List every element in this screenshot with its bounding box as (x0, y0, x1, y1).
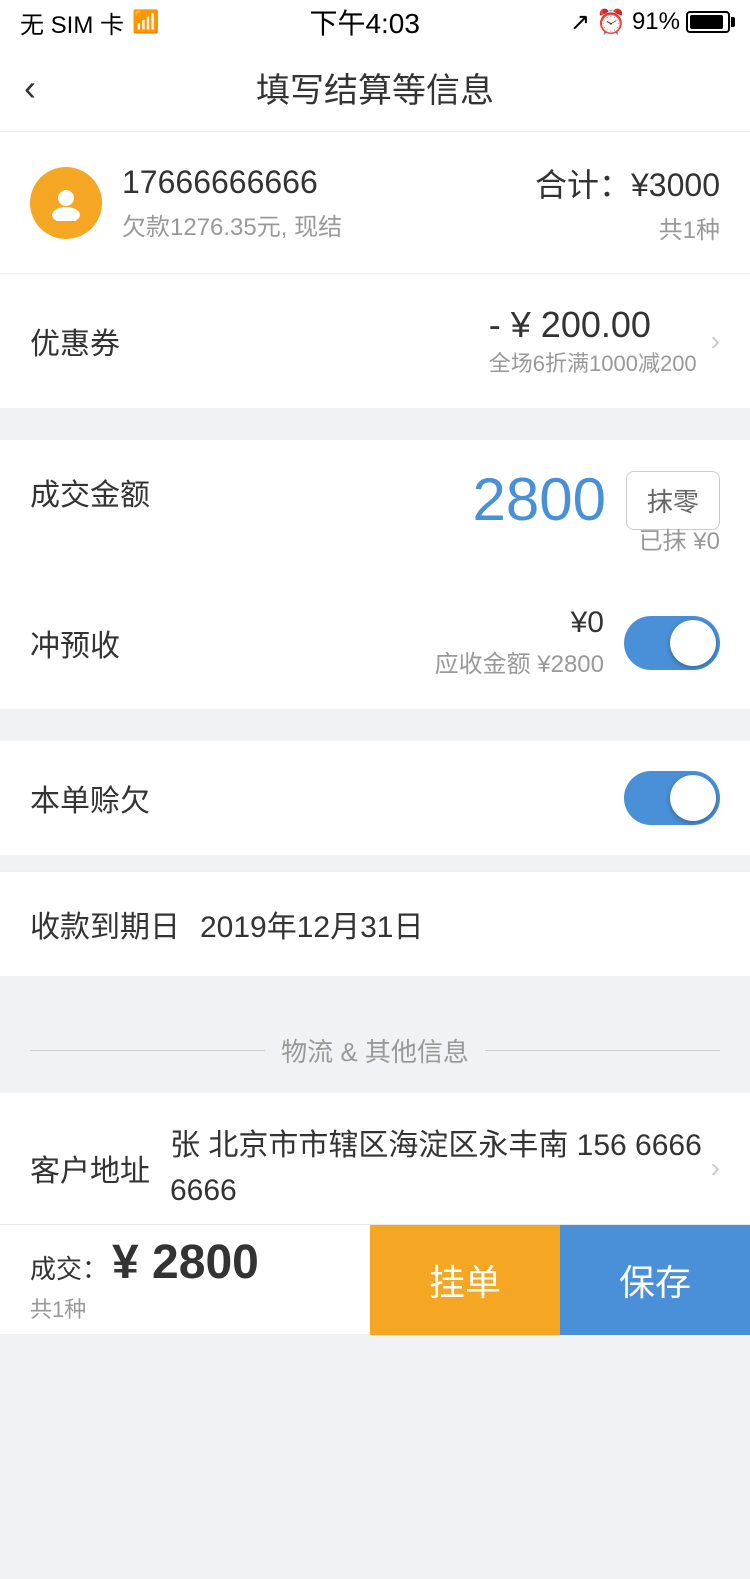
no-sim-label: 无 SIM 卡 (20, 5, 124, 40)
bottom-amount: ¥ 2800 (112, 1235, 259, 1290)
address-chevron-icon: › (711, 1152, 720, 1184)
due-date-value: 2019年12月31日 (200, 902, 423, 946)
page-header: ‹ 填写结算等信息 (0, 44, 750, 132)
section-divider-2 (0, 725, 750, 741)
user-right: 合计：¥3000 共1种 (535, 160, 720, 245)
user-debt: 欠款1276.35元, 现结 (122, 207, 342, 242)
address-row[interactable]: 客户地址 张 北京市市辖区海淀区永丰南 156 6666 6666 › (0, 1093, 750, 1243)
coupon-row[interactable]: 优惠券 - ¥ 200.00 全场6折满1000减200 › (0, 273, 750, 408)
prepaid-amount-value: ¥0 (435, 606, 604, 640)
debt-card: 本单赊欠 (0, 741, 750, 855)
section-divider-1 (0, 424, 750, 440)
logistics-line-left (30, 1050, 265, 1051)
save-button[interactable]: 保存 (560, 1225, 750, 1335)
address-card: 客户地址 张 北京市市辖区海淀区永丰南 156 6666 6666 › (0, 1093, 750, 1243)
logistics-text: 物流 & 其他信息 (281, 1032, 469, 1069)
debt-toggle-knob (670, 775, 716, 821)
due-date-label: 收款到期日 (30, 902, 180, 946)
back-button[interactable]: ‹ (24, 67, 36, 109)
user-left: 17666666666 欠款1276.35元, 现结 (30, 164, 342, 242)
coupon-desc: 全场6折满1000减200 (489, 346, 697, 378)
address-label: 客户地址 (30, 1146, 150, 1190)
bottom-deal-label: 成交： (30, 1249, 108, 1286)
coupon-label: 优惠券 (30, 319, 120, 363)
debt-toggle[interactable] (624, 771, 720, 825)
battery-icon (686, 11, 730, 33)
debt-row: 本单赊欠 (0, 741, 750, 855)
user-row: 17666666666 欠款1276.35元, 现结 合计：¥3000 共1种 (0, 132, 750, 273)
total-amount: 合计：¥3000 (535, 160, 720, 206)
due-date-card: 收款到期日 2019年12月31日 (0, 872, 750, 976)
avatar (30, 167, 102, 239)
total-count: 共1种 (535, 210, 720, 245)
user-info-card: 17666666666 欠款1276.35元, 现结 合计：¥3000 共1种 … (0, 132, 750, 408)
amount-value: 2800 (473, 470, 606, 530)
status-time: 下午4:03 (309, 2, 420, 42)
section-divider-4 (0, 992, 750, 1008)
coupon-discount: - ¥ 200.00 (489, 304, 697, 346)
bottom-summary: 成交： ¥ 2800 共1种 (0, 1235, 370, 1324)
debt-label: 本单赊欠 (30, 776, 150, 820)
alarm-icon: ⏰ (596, 8, 626, 37)
user-phone: 17666666666 (122, 164, 342, 201)
prepaid-toggle[interactable] (624, 616, 720, 670)
bottom-bar: 成交： ¥ 2800 共1种 挂单 保存 (0, 1224, 750, 1334)
page-title: 填写结算等信息 (256, 63, 494, 112)
coupon-chevron-icon: › (711, 325, 720, 357)
prepaid-sub: 应收金额 ¥2800 (435, 644, 604, 679)
status-right: ↗ ⏰ 91% (570, 8, 730, 37)
prepaid-right: ¥0 应收金额 ¥2800 (435, 606, 720, 679)
prepaid-amounts: ¥0 应收金额 ¥2800 (435, 606, 604, 679)
prepaid-label: 冲预收 (30, 621, 120, 665)
bottom-count: 共1种 (30, 1292, 340, 1324)
amount-label: 成交金额 (30, 470, 150, 514)
user-avatar-icon (48, 185, 84, 221)
address-content: 张 北京市市辖区海淀区永丰南 156 6666 6666 (170, 1123, 707, 1213)
location-icon: ↗ (570, 8, 590, 37)
wifi-icon: 📶 (132, 9, 159, 35)
bottom-deal-row: 成交： ¥ 2800 (30, 1235, 340, 1290)
prepaid-row: 冲预收 ¥0 应收金额 ¥2800 (0, 576, 750, 709)
amount-card: 成交金额 2800 抹零 已抹 ¥0 冲预收 ¥0 应收金额 ¥2800 (0, 440, 750, 709)
status-left: 无 SIM 卡 📶 (20, 5, 159, 40)
battery-percent: 91% (632, 8, 680, 36)
logistics-divider: 物流 & 其他信息 (0, 1008, 750, 1093)
due-date-row: 收款到期日 2019年12月31日 (0, 872, 750, 976)
coupon-right: - ¥ 200.00 全场6折满1000减200 › (489, 304, 720, 378)
hang-button[interactable]: 挂单 (370, 1225, 560, 1335)
user-info: 17666666666 欠款1276.35元, 现结 (122, 164, 342, 242)
status-bar: 无 SIM 卡 📶 下午4:03 ↗ ⏰ 91% (0, 0, 750, 44)
logistics-line-right (485, 1050, 720, 1051)
battery-fill (690, 15, 723, 29)
main-content: 17666666666 欠款1276.35元, 现结 合计：¥3000 共1种 … (0, 132, 750, 1579)
toggle-knob (670, 620, 716, 666)
